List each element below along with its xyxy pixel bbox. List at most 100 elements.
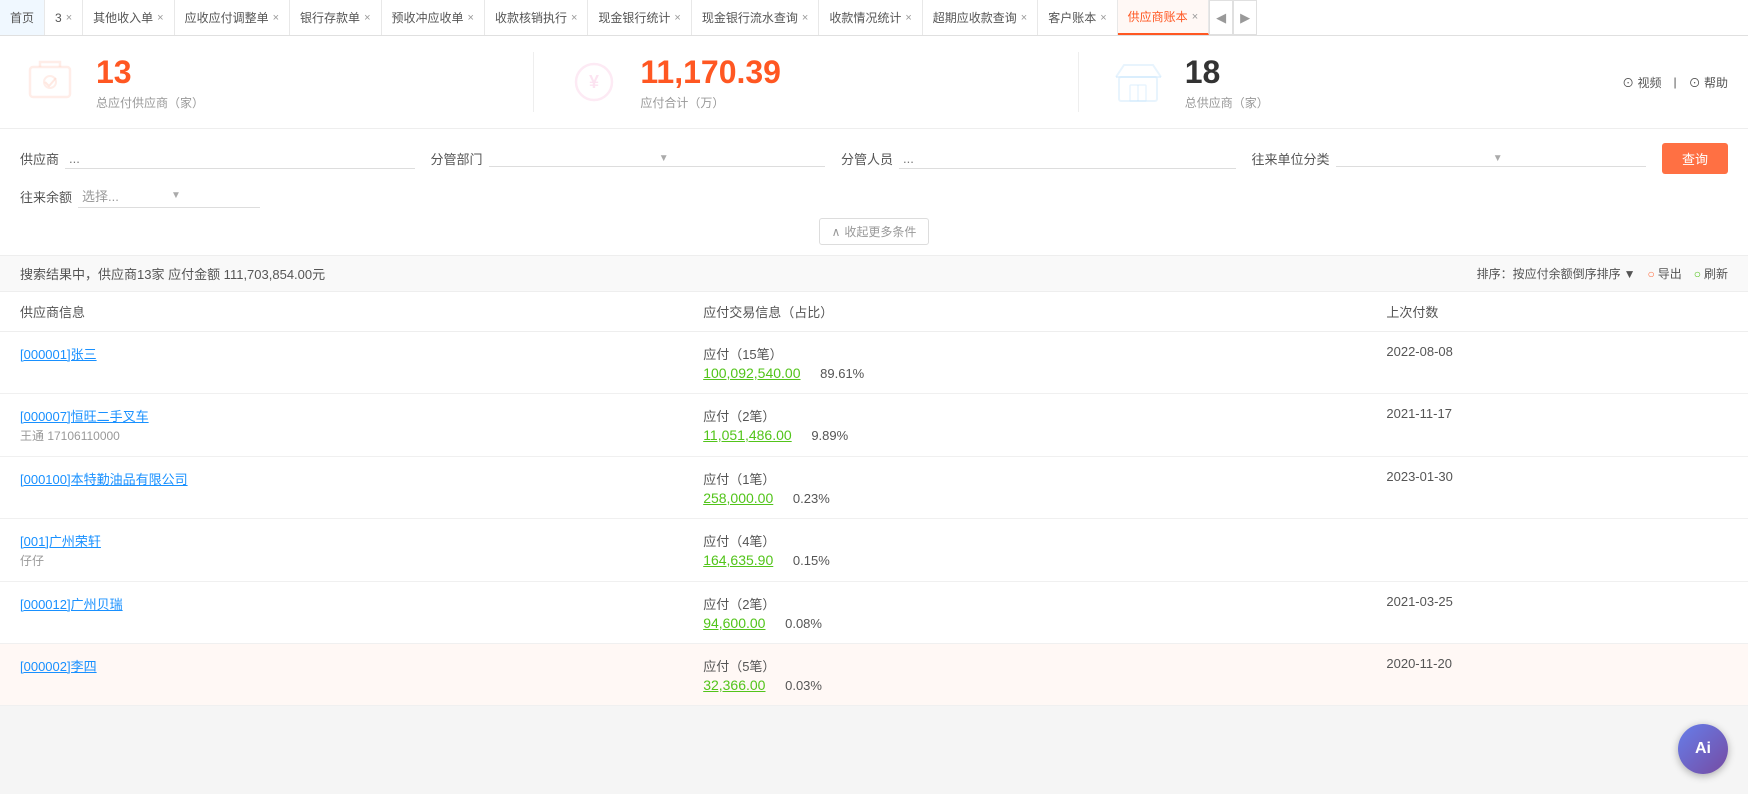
nav-tab-home-label: 首页: [10, 9, 34, 26]
nav-tab-recstat[interactable]: 收款情况统计 ×: [819, 0, 922, 35]
nav-next-button[interactable]: ▶: [1233, 0, 1257, 35]
close-icon[interactable]: ×: [802, 12, 808, 24]
payable-amount-link[interactable]: 32,366.00: [703, 677, 765, 693]
chevron-down-icon: ▼: [659, 153, 821, 164]
close-icon[interactable]: ×: [1021, 12, 1027, 24]
supplier-filter-label: 供应商: [20, 149, 59, 168]
close-icon[interactable]: ×: [66, 12, 72, 24]
collapse-icon: ∧: [832, 225, 841, 239]
refresh-button[interactable]: ○ 刷新: [1694, 265, 1728, 282]
nav-tab-verify-label: 收款核销执行: [495, 9, 567, 26]
export-button[interactable]: ○ 导出: [1647, 265, 1681, 282]
results-bar: 搜索结果中，供应商13家 应付金额 111,703,854.00元 排序：按应付…: [0, 256, 1748, 292]
table-header: 供应商信息 应付交易信息（占比） 上次付数: [0, 292, 1748, 332]
supplier-name-link[interactable]: [000007]恒旺二手叉车: [20, 406, 703, 425]
nav-tab-home[interactable]: 首页: [0, 0, 45, 35]
nav-tab-3-label: 3: [55, 11, 62, 25]
nav-tab-bank-label: 银行存款单: [300, 9, 360, 26]
payable-label: 应付（2笔）: [703, 406, 1386, 425]
payable-label: 应付（5笔）: [703, 656, 1386, 675]
nav-tab-suppbook[interactable]: 供应商账本 ×: [1118, 0, 1209, 35]
close-icon[interactable]: ×: [1192, 11, 1198, 23]
chevron-down-icon: ▼: [171, 190, 256, 201]
nav-tab-adjust[interactable]: 应收应付调整单 ×: [175, 0, 290, 35]
supplier-count: 13: [96, 53, 204, 91]
nav-prev-button[interactable]: ◀: [1209, 0, 1233, 35]
chevron-down-icon: ▼: [1493, 153, 1642, 164]
close-icon[interactable]: ×: [905, 12, 911, 24]
video-button[interactable]: ⊙ 视频: [1622, 74, 1661, 91]
nav-tab-overdue[interactable]: 超期应收款查询 ×: [923, 0, 1038, 35]
nav-tab-income-label: 其他收入单: [93, 9, 153, 26]
chevron-left-icon: ◀: [1216, 10, 1226, 26]
col-header-lastpay: 上次付数: [1386, 302, 1728, 321]
payable-amount-link[interactable]: 94,600.00: [703, 615, 765, 631]
close-icon[interactable]: ×: [157, 12, 163, 24]
top-navigation: 首页 3 × 其他收入单 × 应收应付调整单 × 银行存款单 × 预收冲应收单 …: [0, 0, 1748, 36]
supplier-name-link[interactable]: [000012]广州贝瑞: [20, 594, 703, 613]
nav-tab-custbook[interactable]: 客户账本 ×: [1038, 0, 1117, 35]
table-row: [001]广州荣轩 仔仔 应付（4笔） 164,635.90 0.15%: [0, 519, 1748, 582]
payable-pct: 0.15%: [793, 553, 830, 568]
nav-tab-cashstat[interactable]: 现金银行统计 ×: [588, 0, 691, 35]
supplier-icon: [20, 52, 80, 112]
sort-icon: ▼: [1624, 267, 1636, 281]
nav-tab-cashstat-label: 现金银行统计: [598, 9, 670, 26]
category-filter-label: 往来单位分类: [1252, 149, 1330, 168]
payable-label: 应付合计（万）: [640, 94, 781, 111]
payable-pct: 0.23%: [793, 491, 830, 506]
nav-tab-bank[interactable]: 银行存款单 ×: [290, 0, 381, 35]
supplier-name-link[interactable]: [000002]李四: [20, 656, 703, 675]
close-icon[interactable]: ×: [674, 12, 680, 24]
balance-filter-label: 往来余额: [20, 187, 72, 206]
supplier-info: [000007]恒旺二手叉车 王通 17106110000: [20, 406, 703, 444]
search-button[interactable]: 查询: [1662, 143, 1728, 174]
payable-amount: 11,170.39: [640, 53, 781, 91]
supplier-input[interactable]: [65, 149, 414, 169]
nav-tab-recstat-label: 收款情况统计: [829, 9, 901, 26]
table-row: [000007]恒旺二手叉车 王通 17106110000 应付（2笔） 11,…: [0, 394, 1748, 457]
ai-button[interactable]: Ai: [1678, 724, 1728, 774]
payable-amount-link[interactable]: 11,051,486.00: [703, 427, 792, 443]
help-button[interactable]: ⊙ 帮助: [1689, 74, 1728, 91]
export-icon: ○: [1647, 267, 1654, 281]
payable-icon: ¥: [564, 52, 624, 112]
collapse-button[interactable]: ∧ 收起更多条件: [819, 218, 930, 245]
dept-select[interactable]: ▼: [489, 151, 825, 167]
close-icon[interactable]: ×: [571, 12, 577, 24]
close-icon[interactable]: ×: [1100, 12, 1106, 24]
category-select[interactable]: ▼: [1336, 151, 1646, 167]
payable-pct: 0.08%: [785, 616, 822, 631]
nav-tab-verify[interactable]: 收款核销执行 ×: [485, 0, 588, 35]
supplier-name-link[interactable]: [000001]张三: [20, 344, 703, 363]
close-icon[interactable]: ×: [364, 12, 370, 24]
supplier-name-link[interactable]: [001]广州荣轩: [20, 531, 703, 550]
payable-amount-link[interactable]: 100,092,540.00: [703, 365, 800, 381]
results-actions: 排序：按应付余额倒序排序 ▼ ○ 导出 ○ 刷新: [1477, 265, 1728, 282]
filter-dept: 分管部门 ▼: [431, 149, 826, 168]
nav-tab-3[interactable]: 3 ×: [45, 0, 83, 35]
balance-select[interactable]: 选择... ▼: [78, 184, 260, 208]
supplier-info: [001]广州荣轩 仔仔: [20, 531, 703, 569]
payable-pct: 9.89%: [811, 428, 848, 443]
ai-label: Ai: [1695, 740, 1711, 758]
person-input[interactable]: [899, 149, 1235, 169]
close-icon[interactable]: ×: [468, 12, 474, 24]
payable-amount-link[interactable]: 164,635.90: [703, 552, 773, 568]
stat-block-payable: ¥ 11,170.39 应付合计（万）: [533, 52, 1077, 112]
nav-tab-cashflow-label: 现金银行流水查询: [702, 9, 798, 26]
video-icon: ⊙: [1622, 76, 1634, 90]
payable-pct: 0.03%: [785, 678, 822, 693]
nav-tab-income[interactable]: 其他收入单 ×: [83, 0, 174, 35]
supplier-name-link[interactable]: [000100]本特勤油品有限公司: [20, 469, 703, 488]
table-row: [000100]本特勤油品有限公司 应付（1笔） 258,000.00 0.23…: [0, 457, 1748, 519]
payable-amount-link[interactable]: 258,000.00: [703, 490, 773, 506]
last-pay-date: 2020-11-20: [1386, 656, 1728, 671]
nav-tab-precharge[interactable]: 预收冲应收单 ×: [382, 0, 485, 35]
payable-pct: 89.61%: [820, 366, 864, 381]
filter-area: 供应商 分管部门 ▼ 分管人员 往来单位分类 ▼ 查询 往来余额 选择: [0, 129, 1748, 256]
col-header-payable: 应付交易信息（占比）: [703, 302, 1386, 321]
close-icon[interactable]: ×: [273, 12, 279, 24]
sort-button[interactable]: 排序：按应付余额倒序排序 ▼: [1477, 265, 1636, 282]
nav-tab-cashflow[interactable]: 现金银行流水查询 ×: [692, 0, 819, 35]
